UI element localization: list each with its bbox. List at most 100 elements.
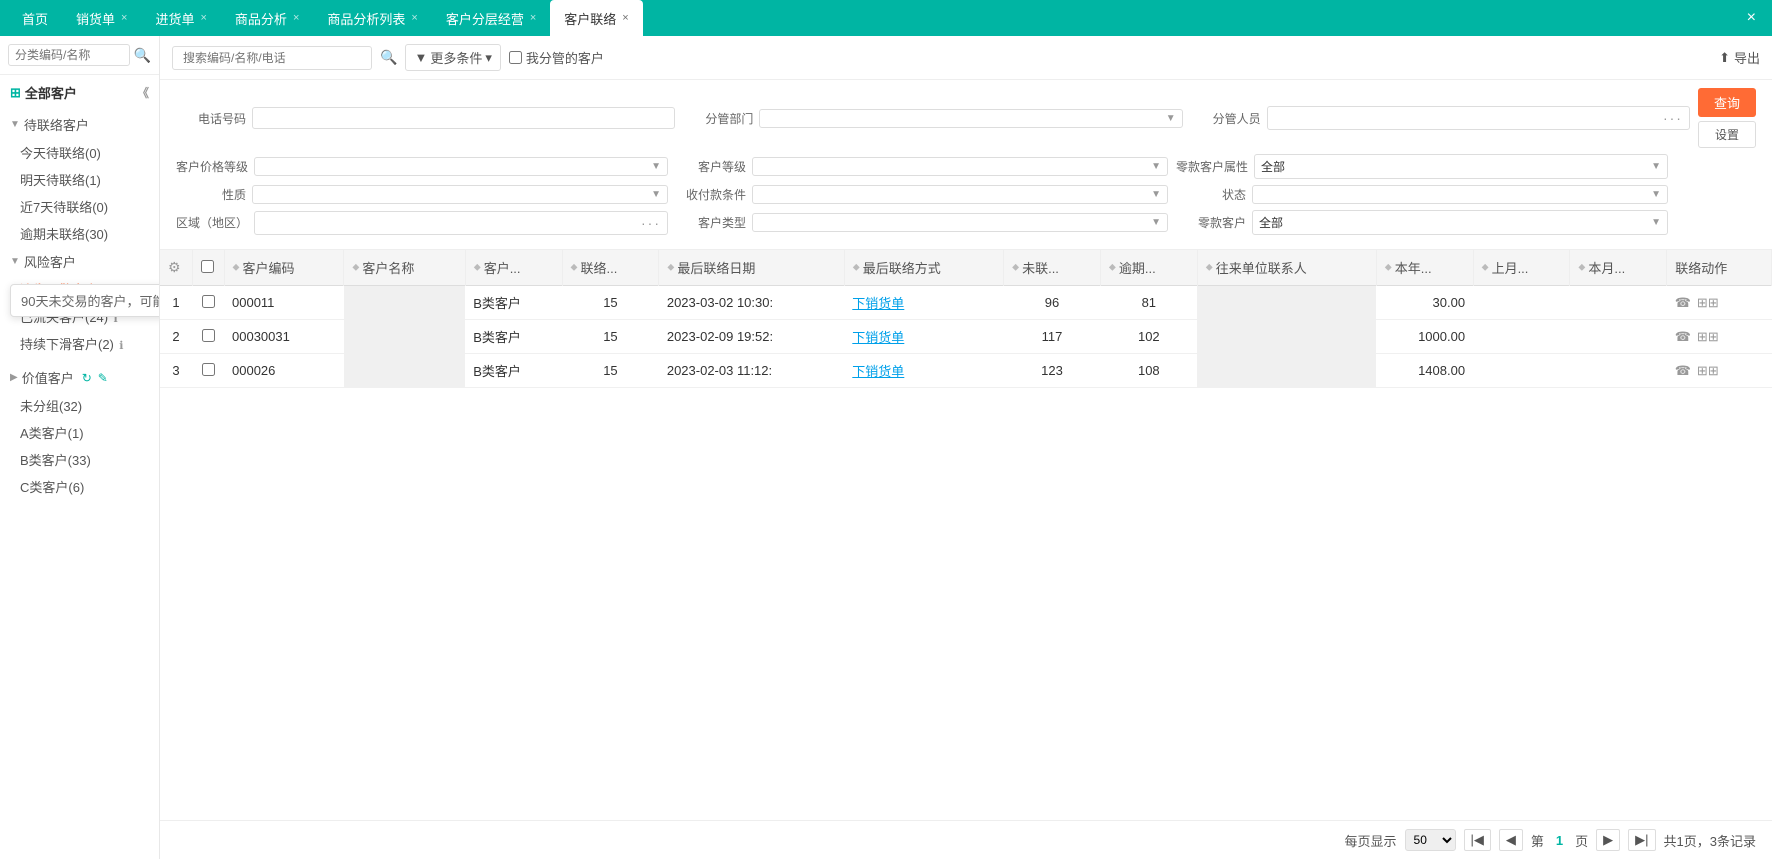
- row-checkbox[interactable]: [192, 354, 224, 388]
- sidebar-item-ungroup[interactable]: 未分组(32): [0, 392, 159, 419]
- person-select[interactable]: ···: [1267, 106, 1690, 130]
- per-page-select[interactable]: 50 100 200: [1405, 829, 1456, 851]
- tab-customer-tier[interactable]: 客户分层经营 ×: [432, 0, 550, 36]
- sidebar-item-overdue[interactable]: 逾期未联络(30): [0, 220, 159, 247]
- phone-action-icon[interactable]: ☎: [1675, 363, 1691, 379]
- sort-dot: ⬥: [667, 262, 674, 273]
- close-icon[interactable]: ×: [293, 12, 299, 24]
- more-conditions-btn[interactable]: ▼ 更多条件 ▾: [405, 44, 500, 71]
- sidebar-search-input[interactable]: [8, 44, 130, 66]
- group-value-customer[interactable]: ▶ 价值客户 ↻ ✎: [0, 363, 159, 392]
- phone-action-icon[interactable]: ☎: [1675, 329, 1691, 345]
- more-action-icon[interactable]: ⊞⊞: [1697, 329, 1719, 345]
- row-action[interactable]: ☎ ⊞⊞: [1667, 286, 1772, 320]
- zero-customer-select[interactable]: 全部 ▼: [1252, 210, 1668, 235]
- th-settings[interactable]: ⚙: [160, 250, 192, 286]
- th-unit-contact[interactable]: ⬥往来单位联系人: [1197, 250, 1376, 286]
- row-select-checkbox[interactable]: [202, 329, 215, 342]
- filter-cell-person: 分管人员 ···: [1191, 106, 1690, 130]
- row-last-method[interactable]: 下销货单: [844, 354, 1003, 388]
- more-action-icon[interactable]: ⊞⊞: [1697, 363, 1719, 379]
- my-customers-checkbox-label[interactable]: 我分管的客户: [509, 48, 604, 67]
- th-type[interactable]: ⬥客户...: [465, 250, 562, 286]
- last-method-link[interactable]: 下销货单: [852, 364, 904, 379]
- all-customers-header[interactable]: ⊞ 全部客户 《: [0, 75, 159, 110]
- payment-select[interactable]: ▼: [752, 185, 1168, 204]
- row-checkbox[interactable]: [192, 320, 224, 354]
- tab-sales[interactable]: 销货单 ×: [62, 0, 141, 36]
- refresh-icon[interactable]: ↻: [82, 371, 92, 385]
- status-select[interactable]: ▼: [1252, 185, 1668, 204]
- phone-input[interactable]: [252, 107, 675, 129]
- th-code[interactable]: ⬥客户编码: [224, 250, 344, 286]
- th-this-year[interactable]: ⬥本年...: [1376, 250, 1473, 286]
- tab-purchase[interactable]: 进货单 ×: [141, 0, 220, 36]
- sidebar-item-class-c[interactable]: C类客户(6): [0, 473, 159, 500]
- tab-customer-contact[interactable]: 客户联络 ×: [550, 0, 642, 36]
- row-last-method[interactable]: 下销货单: [844, 320, 1003, 354]
- table-settings-icon[interactable]: ⚙: [168, 259, 181, 275]
- more-action-icon[interactable]: ⊞⊞: [1697, 295, 1719, 311]
- row-action[interactable]: ☎ ⊞⊞: [1667, 320, 1772, 354]
- pagination-bar: 每页显示 50 100 200 |◀ ◀ 第 1 页 ▶ ▶| 共1页，3条记录: [160, 820, 1772, 859]
- zero-attr-select[interactable]: 全部 ▼: [1254, 154, 1668, 179]
- th-last-method[interactable]: ⬥最后联络方式: [844, 250, 1003, 286]
- sidebar-item-tomorrow[interactable]: 明天待联络(1): [0, 166, 159, 193]
- select-all-checkbox[interactable]: [201, 260, 214, 273]
- th-overdue[interactable]: ⬥逾期...: [1100, 250, 1197, 286]
- query-button[interactable]: 查询: [1698, 88, 1756, 117]
- next-page-btn[interactable]: ▶: [1596, 829, 1620, 851]
- tab-product-analysis[interactable]: 商品分析 ×: [221, 0, 313, 36]
- th-last-month[interactable]: ⬥上月...: [1473, 250, 1570, 286]
- row-checkbox[interactable]: [192, 286, 224, 320]
- row-select-checkbox[interactable]: [202, 363, 215, 376]
- tab-home[interactable]: 首页: [8, 0, 62, 36]
- prev-page-btn[interactable]: ◀: [1499, 829, 1523, 851]
- more-icon[interactable]: ···: [641, 215, 661, 231]
- phone-action-icon[interactable]: ☎: [1675, 295, 1691, 311]
- main-search-input[interactable]: [172, 46, 372, 70]
- last-method-link[interactable]: 下销货单: [852, 330, 904, 345]
- search-btn[interactable]: 🔍: [380, 49, 397, 66]
- th-last-date[interactable]: ⬥最后联络日期: [659, 250, 844, 286]
- nature-select[interactable]: ▼: [252, 185, 668, 204]
- tab-product-list[interactable]: 商品分析列表 ×: [313, 0, 431, 36]
- row-select-checkbox[interactable]: [202, 295, 215, 308]
- export-btn[interactable]: ⬆ 导出: [1719, 48, 1760, 67]
- sidebar-search-icon[interactable]: 🔍: [134, 47, 151, 64]
- group-risk-customer[interactable]: ▼ 风险客户: [0, 247, 159, 276]
- th-this-month[interactable]: ⬥本月...: [1570, 250, 1667, 286]
- customer-level-select[interactable]: ▼: [752, 157, 1168, 176]
- row-last-method[interactable]: 下销货单: [844, 286, 1003, 320]
- sidebar-item-class-b[interactable]: B类客户(33): [0, 446, 159, 473]
- sidebar-item-today[interactable]: 今天待联络(0): [0, 139, 159, 166]
- region-select[interactable]: ···: [254, 211, 668, 235]
- close-icon[interactable]: ×: [200, 12, 206, 24]
- global-close-btn[interactable]: ×: [1739, 9, 1764, 27]
- th-name[interactable]: ⬥客户名称: [344, 250, 465, 286]
- last-page-btn[interactable]: ▶|: [1628, 829, 1655, 851]
- settings-button[interactable]: 设置: [1698, 121, 1756, 148]
- th-checkbox[interactable]: [192, 250, 224, 286]
- sidebar-collapse-btn[interactable]: 《: [137, 84, 149, 101]
- first-page-btn[interactable]: |◀: [1464, 829, 1491, 851]
- filter-row-3: 性质 ▼ 收付款条件 ▼ 状态 ▼: [176, 185, 1756, 204]
- more-icon[interactable]: ···: [1663, 110, 1683, 126]
- sidebar-item-7days[interactable]: 近7天待联络(0): [0, 193, 159, 220]
- close-icon[interactable]: ×: [411, 12, 417, 24]
- sidebar-item-declining[interactable]: 持续下滑客户(2) ℹ: [0, 330, 159, 357]
- my-customers-checkbox[interactable]: [509, 51, 522, 64]
- close-icon[interactable]: ×: [530, 12, 536, 24]
- close-icon[interactable]: ×: [622, 12, 628, 24]
- dept-select[interactable]: ▼: [759, 109, 1182, 128]
- price-level-select[interactable]: ▼: [254, 157, 668, 176]
- close-icon[interactable]: ×: [121, 12, 127, 24]
- edit-icon[interactable]: ✎: [98, 371, 108, 385]
- customer-type-select[interactable]: ▼: [752, 213, 1168, 232]
- last-method-link[interactable]: 下销货单: [852, 296, 904, 311]
- row-action[interactable]: ☎ ⊞⊞: [1667, 354, 1772, 388]
- sidebar-item-class-a[interactable]: A类客户(1): [0, 419, 159, 446]
- th-contact[interactable]: ⬥联络...: [562, 250, 659, 286]
- th-not-contact[interactable]: ⬥未联...: [1004, 250, 1101, 286]
- group-pending-contact[interactable]: ▼ 待联络客户: [0, 110, 159, 139]
